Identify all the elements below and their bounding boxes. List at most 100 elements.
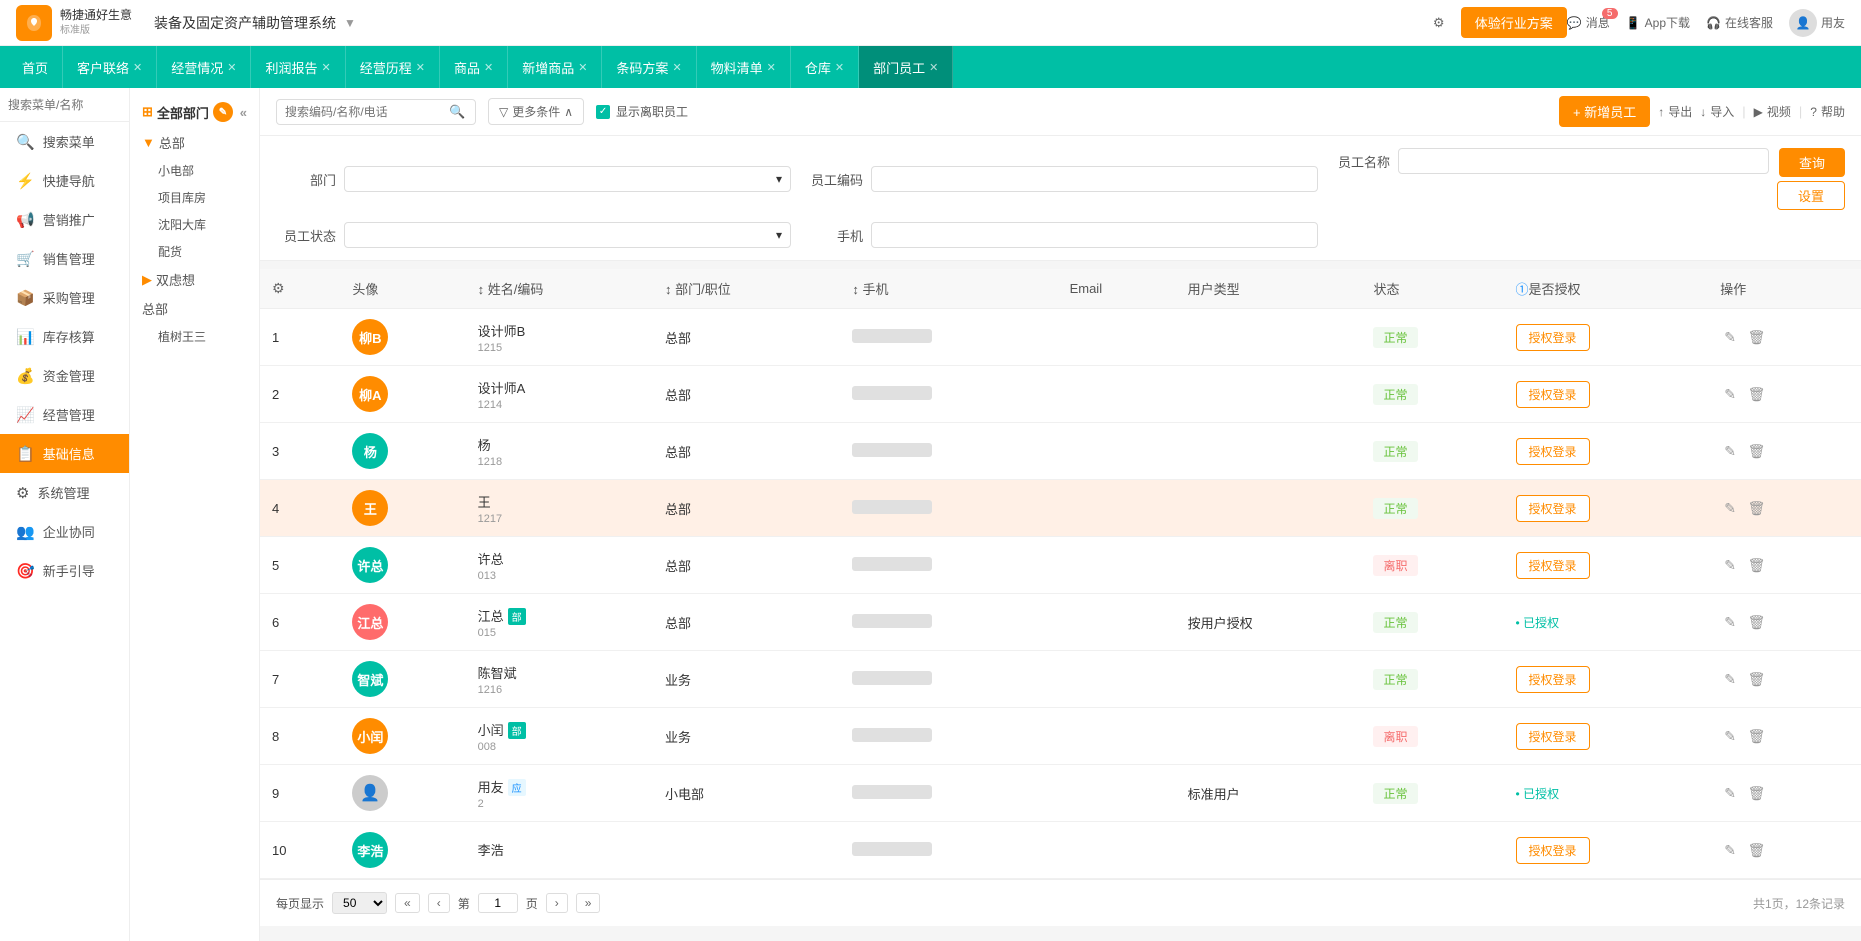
- tree-item-zhishu[interactable]: 植树王三: [130, 323, 259, 350]
- delete-button[interactable]: 🗑: [1744, 783, 1770, 804]
- settings-icon[interactable]: ⚙: [272, 280, 285, 296]
- tree-collapse-button[interactable]: «: [240, 105, 247, 120]
- edit-button[interactable]: ✎: [1720, 612, 1740, 633]
- delete-button[interactable]: 🗑: [1744, 327, 1770, 348]
- show-resigned-checkbox[interactable]: ✓: [596, 105, 610, 119]
- tree-item-xiaodibu[interactable]: 小电部: [130, 157, 259, 184]
- auth-login-button[interactable]: 授权登录: [1516, 666, 1590, 693]
- sidebar-item-marketing[interactable]: 📢 营销推广: [0, 200, 129, 239]
- emp-status-select[interactable]: ▾: [344, 222, 791, 248]
- tab-barcode[interactable]: 条码方案✕: [602, 46, 696, 88]
- edit-button[interactable]: ✎: [1720, 327, 1740, 348]
- close-icon[interactable]: ✕: [227, 61, 236, 74]
- close-icon[interactable]: ✕: [578, 61, 587, 74]
- close-icon[interactable]: ✕: [767, 61, 776, 74]
- sidebar-item-system[interactable]: ⚙ 系统管理: [0, 473, 129, 512]
- next-page-button[interactable]: ›: [546, 893, 568, 913]
- tab-bom[interactable]: 物料清单✕: [697, 46, 791, 88]
- settings-gear-button[interactable]: ⚙: [1425, 9, 1453, 37]
- close-icon[interactable]: ✕: [322, 61, 331, 74]
- online-service-button[interactable]: 🎧 在线客服: [1706, 14, 1773, 31]
- more-conditions-button[interactable]: ▽ 更多条件 ∧: [488, 98, 584, 125]
- tab-warehouse[interactable]: 仓库✕: [791, 46, 859, 88]
- export-button[interactable]: ↑ 导出: [1658, 103, 1692, 120]
- delete-button[interactable]: 🗑: [1744, 612, 1770, 633]
- tree-item-shuangluxiang[interactable]: ▶双虑想: [130, 265, 259, 294]
- edit-button[interactable]: ✎: [1720, 384, 1740, 405]
- help-button[interactable]: ? 帮助: [1810, 103, 1845, 120]
- edit-button[interactable]: ✎: [1720, 555, 1740, 576]
- tree-item-shenyang[interactable]: 沈阳大库: [130, 211, 259, 238]
- delete-button[interactable]: 🗑: [1744, 669, 1770, 690]
- emp-code-input[interactable]: [871, 166, 1318, 192]
- dept-select[interactable]: ▾: [344, 166, 791, 192]
- tree-item-zonbu[interactable]: 总部: [130, 294, 259, 323]
- first-page-button[interactable]: «: [395, 893, 420, 913]
- tab-new-goods[interactable]: 新增商品✕: [508, 46, 602, 88]
- tab-dept-staff[interactable]: 部门员工✕: [859, 46, 953, 88]
- col-settings[interactable]: ⚙: [260, 269, 340, 309]
- delete-button[interactable]: 🗑: [1744, 840, 1770, 861]
- close-icon[interactable]: ✕: [672, 61, 681, 74]
- tab-history[interactable]: 经营历程✕: [346, 46, 440, 88]
- sidebar-search-input[interactable]: [8, 98, 130, 112]
- sidebar-item-quicknav[interactable]: ⚡ 快捷导航: [0, 161, 129, 200]
- trial-button[interactable]: 体验行业方案: [1461, 7, 1567, 38]
- video-button[interactable]: ▶ 视频: [1754, 103, 1791, 120]
- delete-button[interactable]: 🗑: [1744, 726, 1770, 747]
- tab-profit[interactable]: 利润报告✕: [251, 46, 345, 88]
- sidebar-item-collab[interactable]: 👥 企业协同: [0, 512, 129, 551]
- sidebar-item-purchase[interactable]: 📦 采购管理: [0, 278, 129, 317]
- delete-button[interactable]: 🗑: [1744, 441, 1770, 462]
- app-download-button[interactable]: 📱 App下载: [1626, 14, 1690, 31]
- page-input[interactable]: [478, 893, 518, 913]
- edit-button[interactable]: ✎: [1720, 783, 1740, 804]
- auth-login-button[interactable]: 授权登录: [1516, 723, 1590, 750]
- edit-button[interactable]: ✎: [1720, 441, 1740, 462]
- reset-button[interactable]: 设置: [1777, 181, 1845, 210]
- tab-operations[interactable]: 经营情况✕: [157, 46, 251, 88]
- delete-button[interactable]: 🗑: [1744, 384, 1770, 405]
- sidebar-item-search[interactable]: 🔍 搜索菜单: [0, 122, 129, 161]
- search-input[interactable]: [285, 105, 445, 119]
- tree-edit-button[interactable]: ✎: [213, 102, 233, 122]
- user-avatar-button[interactable]: 👤 用友: [1789, 9, 1845, 37]
- tree-item-zonbu-parent[interactable]: ▼总部: [130, 128, 259, 157]
- auth-login-button[interactable]: 授权登录: [1516, 381, 1590, 408]
- tab-customer[interactable]: 客户联络✕: [63, 46, 157, 88]
- edit-button[interactable]: ✎: [1720, 840, 1740, 861]
- add-employee-button[interactable]: + 新增员工: [1559, 96, 1650, 127]
- auth-login-button[interactable]: 授权登录: [1516, 837, 1590, 864]
- emp-name-input[interactable]: [1398, 148, 1769, 174]
- tab-home[interactable]: 首页: [8, 46, 63, 88]
- auth-login-button[interactable]: 授权登录: [1516, 495, 1590, 522]
- import-button[interactable]: ↓ 导入: [1700, 103, 1734, 120]
- last-page-button[interactable]: »: [576, 893, 601, 913]
- message-button[interactable]: 💬 消息 5: [1567, 14, 1610, 31]
- edit-button[interactable]: ✎: [1720, 726, 1740, 747]
- close-icon[interactable]: ✕: [929, 61, 938, 74]
- dropdown-arrow-icon[interactable]: ▼: [344, 16, 356, 30]
- col-dept[interactable]: ↕ 部门/职位: [653, 269, 840, 309]
- close-icon[interactable]: ✕: [835, 61, 844, 74]
- query-button[interactable]: 查询: [1779, 148, 1845, 177]
- close-icon[interactable]: ✕: [416, 61, 425, 74]
- prev-page-button[interactable]: ‹: [428, 893, 450, 913]
- delete-button[interactable]: 🗑: [1744, 555, 1770, 576]
- sidebar-item-bizmanage[interactable]: 📈 经营管理: [0, 395, 129, 434]
- sidebar-item-inventory[interactable]: 📊 库存核算: [0, 317, 129, 356]
- tree-item-peihuo[interactable]: 配货: [130, 238, 259, 265]
- close-icon[interactable]: ✕: [133, 61, 142, 74]
- auth-login-button[interactable]: 授权登录: [1516, 324, 1590, 351]
- page-size-select[interactable]: 50 100: [332, 892, 387, 914]
- sidebar-item-guide[interactable]: 🎯 新手引导: [0, 551, 129, 590]
- col-name[interactable]: ↕ 姓名/编码: [466, 269, 653, 309]
- sidebar-item-basics[interactable]: 📋 基础信息: [0, 434, 129, 473]
- sidebar-item-sales[interactable]: 🛒 销售管理: [0, 239, 129, 278]
- tree-item-projectroom[interactable]: 项目库房: [130, 184, 259, 211]
- edit-button[interactable]: ✎: [1720, 498, 1740, 519]
- delete-button[interactable]: 🗑: [1744, 498, 1770, 519]
- phone-input[interactable]: [871, 222, 1318, 248]
- edit-button[interactable]: ✎: [1720, 669, 1740, 690]
- tab-goods[interactable]: 商品✕: [440, 46, 508, 88]
